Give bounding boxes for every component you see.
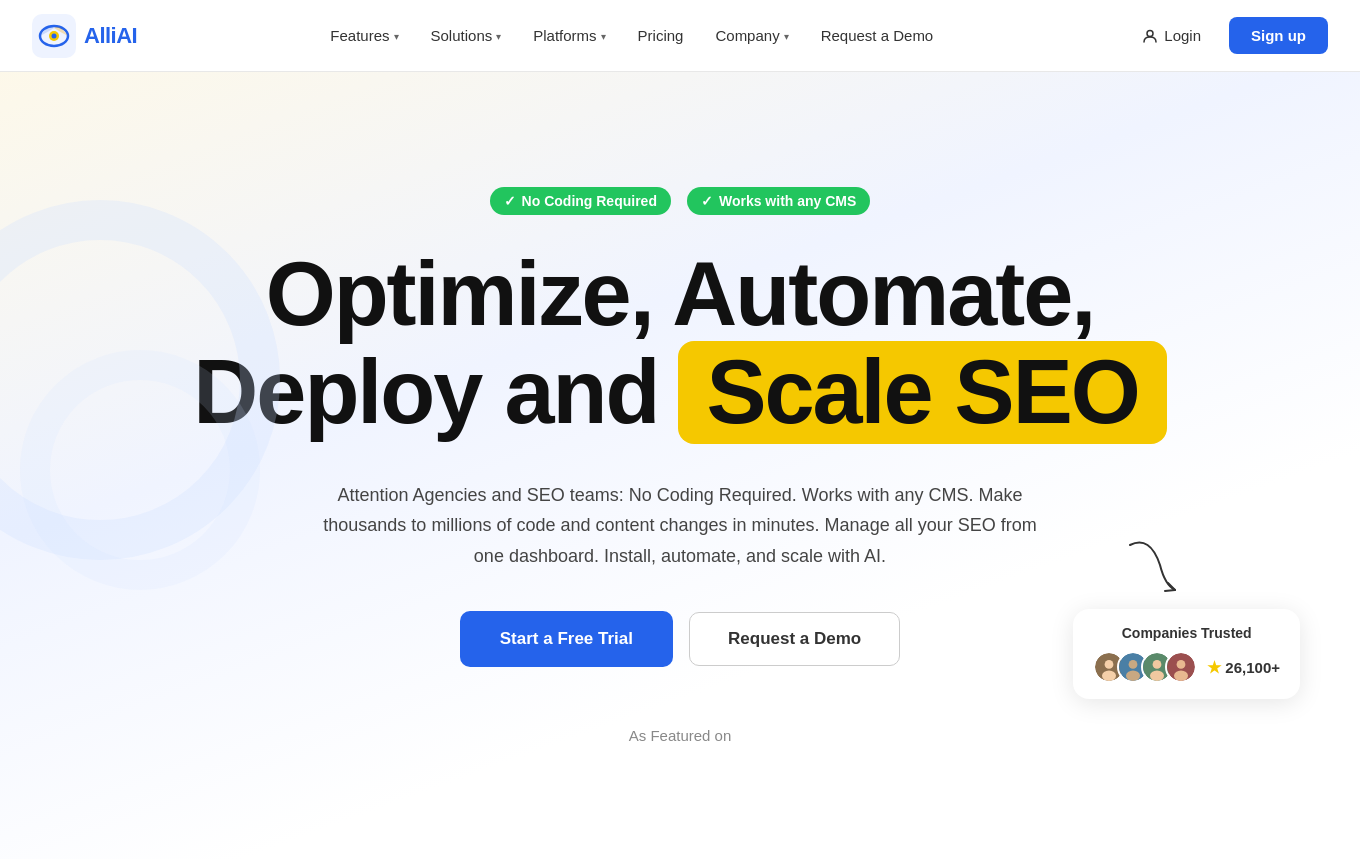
request-demo-button[interactable]: Request a Demo [689,612,900,666]
hero-section: ✓ No Coding Required ✓ Works with any CM… [0,0,1360,859]
logo-text: AlliAI [84,23,137,49]
start-trial-button[interactable]: Start a Free Trial [460,611,673,667]
trusted-bottom: ★ 26,100+ [1093,651,1280,683]
svg-point-15 [1177,660,1186,669]
hero-subtitle: Attention Agencies and SEO teams: No Cod… [320,480,1040,572]
trusted-count: ★ 26,100+ [1207,658,1280,677]
chevron-down-icon: ▾ [394,31,399,42]
nav-item-solutions[interactable]: Solutions ▾ [417,19,516,52]
nav-item-request-demo[interactable]: Request a Demo [807,19,948,52]
check-icon: ✓ [504,193,516,209]
nav-center: Features ▾ Solutions ▾ Platforms ▾ Prici… [316,19,947,52]
logo[interactable]: AlliAI [32,14,137,58]
trusted-card-title: Companies Trusted [1093,625,1280,641]
hero-title-line2: Deploy and Scale SEO [193,341,1166,444]
svg-point-12 [1153,660,1162,669]
svg-point-4 [1147,30,1153,36]
login-button[interactable]: Login [1126,19,1217,52]
user-icon [1142,28,1158,44]
hero-title-line1: Optimize, Automate, [193,247,1166,342]
svg-point-10 [1126,671,1140,682]
nav-item-pricing[interactable]: Pricing [624,19,698,52]
svg-point-3 [52,33,57,38]
nav-right: Login Sign up [1126,17,1328,54]
arrow-decoration [1120,535,1180,599]
hero-title: Optimize, Automate, Deploy and Scale SEO [193,247,1166,444]
hero-cta: Start a Free Trial Request a Demo [460,611,900,667]
chevron-down-icon: ▾ [496,31,501,42]
check-icon: ✓ [701,193,713,209]
navbar: AlliAI Features ▾ Solutions ▾ Platforms … [0,0,1360,72]
svg-point-6 [1105,660,1114,669]
nav-item-company[interactable]: Company ▾ [701,19,802,52]
trusted-card: Companies Trusted [1073,609,1300,699]
nav-item-features[interactable]: Features ▾ [316,19,412,52]
hero-badges: ✓ No Coding Required ✓ Works with any CM… [490,187,871,215]
chevron-down-icon: ▾ [784,31,789,42]
avatar [1165,651,1197,683]
svg-point-7 [1102,671,1116,682]
star-icon: ★ [1207,658,1221,677]
badge-no-coding: ✓ No Coding Required [490,187,671,215]
logo-icon [32,14,76,58]
scale-seo-highlight: Scale SEO [678,341,1166,444]
svg-point-16 [1174,671,1188,682]
svg-point-13 [1150,671,1164,682]
signup-button[interactable]: Sign up [1229,17,1328,54]
as-featured-label: As Featured on [629,727,732,744]
nav-item-platforms[interactable]: Platforms ▾ [519,19,619,52]
badge-any-cms: ✓ Works with any CMS [687,187,870,215]
svg-point-9 [1129,660,1138,669]
chevron-down-icon: ▾ [601,31,606,42]
avatar-stack [1093,651,1197,683]
